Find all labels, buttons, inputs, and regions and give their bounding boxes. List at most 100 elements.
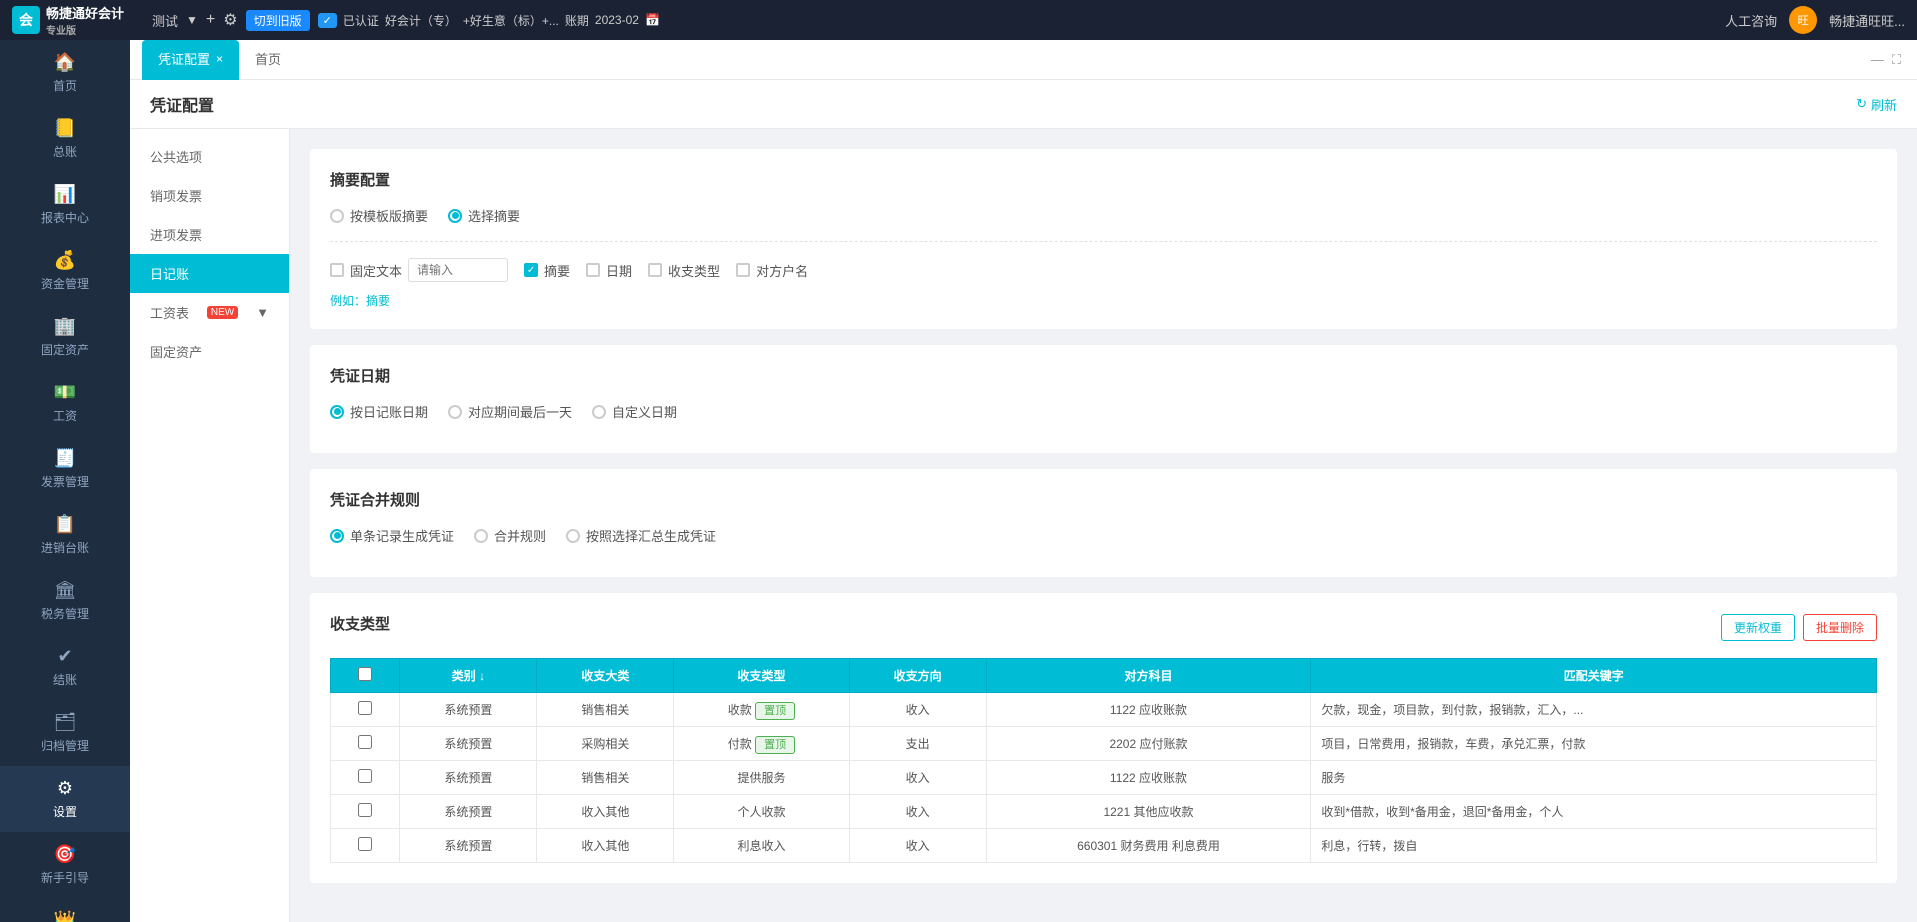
summary-example: 例如：摘要: [330, 292, 1877, 309]
main-panel: 摘要配置 按模板版摘要选择摘要 固定文本✓摘要日期收支类型对方户名 例如：摘要 …: [290, 129, 1917, 922]
col-header-1[interactable]: 类别 ↓: [400, 659, 537, 693]
tab-凭证配置[interactable]: 凭证配置 ×: [142, 40, 239, 80]
row-checkbox[interactable]: [358, 769, 372, 783]
calendar-icon[interactable]: 📅: [645, 13, 660, 27]
col-header-5[interactable]: 对方科目: [986, 659, 1311, 693]
row-checkbox[interactable]: [358, 837, 372, 851]
settings-icon[interactable]: ⚙: [223, 10, 237, 30]
content-area: 公共选项销项发票进项发票日记账工资表NEW▼固定资产 摘要配置 按模板版摘要选择…: [130, 129, 1917, 922]
add-icon[interactable]: +: [206, 11, 215, 29]
sidebar-item-发票管理[interactable]: 🧾发票管理: [0, 436, 130, 502]
sidebar-icon: ✔: [57, 646, 72, 667]
radio-circle: [330, 405, 344, 419]
sidebar-icon: 🗂: [54, 712, 77, 733]
fixed-text-input[interactable]: [408, 258, 508, 282]
col-header-2[interactable]: 收支大类: [537, 659, 674, 693]
sidebar-item-结账[interactable]: ✔结账: [0, 634, 130, 700]
subject-cell: 660301 财务费用 利息费用: [986, 829, 1311, 863]
sidebar-item-畅会员[interactable]: 👑畅会员: [0, 898, 130, 922]
type-cell: 提供服务: [674, 761, 849, 795]
avatar[interactable]: 旺: [1789, 6, 1817, 34]
date-radio-对应期间最后一天[interactable]: 对应期间最后一天: [448, 402, 572, 421]
left-menu-item-销项发票[interactable]: 销项发票: [130, 176, 289, 215]
switch-btn[interactable]: 切到旧版: [246, 10, 310, 31]
row-check-cell[interactable]: [331, 795, 400, 829]
page-header: 凭证配置 ↻ 刷新: [130, 80, 1917, 129]
radio-label: 选择摘要: [468, 206, 520, 225]
row-checkbox[interactable]: [358, 701, 372, 715]
row-check-cell[interactable]: [331, 693, 400, 727]
sidebar-item-首页[interactable]: 🏠首页: [0, 40, 130, 106]
merge-radio-按照选择汇总生成凭证[interactable]: 按照选择汇总生成凭证: [566, 526, 716, 545]
left-menu-item-日记账[interactable]: 日记账: [130, 254, 289, 293]
sidebar-item-固定资产[interactable]: 🏢固定资产: [0, 304, 130, 370]
sidebar-item-报表中心[interactable]: 📊报表中心: [0, 172, 130, 238]
left-menu-item-公共选项[interactable]: 公共选项: [130, 137, 289, 176]
sidebar-icon: 💰: [54, 250, 76, 271]
radio-label: 按照选择汇总生成凭证: [586, 526, 716, 545]
tab-label: 凭证配置: [158, 49, 210, 68]
period-label: 账期: [565, 12, 589, 29]
merge-rules-title: 凭证合并规则: [330, 489, 1877, 510]
sidebar-item-资金管理[interactable]: 💰资金管理: [0, 238, 130, 304]
category-cell: 系统预置: [400, 727, 537, 761]
sidebar-item-进销台账[interactable]: 📋进销台账: [0, 502, 130, 568]
priority-tag[interactable]: 置顶: [755, 736, 795, 754]
update-weight-btn[interactable]: 更新权重: [1721, 614, 1795, 641]
major-cell: 采购相关: [537, 727, 674, 761]
merge-radio-合并规则[interactable]: 合并规则: [474, 526, 546, 545]
col-header-4[interactable]: 收支方向: [849, 659, 986, 693]
sidebar-item-税务管理[interactable]: 🏛税务管理: [0, 568, 130, 634]
date-radio-按日记账日期[interactable]: 按日记账日期: [330, 402, 428, 421]
sidebar-item-新手引导[interactable]: 🎯新手引导: [0, 832, 130, 898]
col-header-3[interactable]: 收支类型: [674, 659, 849, 693]
row-checkbox[interactable]: [358, 735, 372, 749]
summary-radio-选择摘要[interactable]: 选择摘要: [448, 206, 520, 225]
left-menu-item-固定资产[interactable]: 固定资产: [130, 332, 289, 371]
sidebar-item-设置[interactable]: ⚙设置: [0, 766, 130, 832]
sidebar-item-总账[interactable]: 📒总账: [0, 106, 130, 172]
col-header-6[interactable]: 匹配关键字: [1311, 659, 1877, 693]
sidebar-icon: 💵: [54, 382, 76, 403]
tab-首页[interactable]: 首页: [239, 40, 297, 80]
radio-label: 对应期间最后一天: [468, 402, 572, 421]
minimize-icon[interactable]: —: [1871, 52, 1884, 68]
checkbox-对方户名[interactable]: 对方户名: [736, 261, 808, 280]
table-toolbar: 更新权重 批量删除: [1721, 614, 1877, 641]
priority-tag[interactable]: 置顶: [755, 702, 795, 720]
left-menu-item-进项发票[interactable]: 进项发票: [130, 215, 289, 254]
date-radio-自定义日期[interactable]: 自定义日期: [592, 402, 677, 421]
consult-btn[interactable]: 人工咨询: [1725, 11, 1777, 30]
row-check-cell[interactable]: [331, 829, 400, 863]
sidebar-item-工资[interactable]: 💵 工资: [0, 370, 130, 436]
sidebar-label: 工资: [53, 407, 77, 424]
checkbox-固定文本[interactable]: 固定文本: [330, 258, 508, 282]
batch-delete-btn[interactable]: 批量删除: [1803, 614, 1877, 641]
checkbox-日期[interactable]: 日期: [586, 261, 632, 280]
top-bar-center: 测试 ▼ + ⚙ 切到旧版 ✓ 已认证 好会计（专） +好生意（标）+... 账…: [152, 10, 1715, 31]
good-label: +好生意（标）+...: [463, 12, 559, 29]
tab-close-icon[interactable]: ×: [216, 52, 223, 66]
refresh-btn[interactable]: ↻ 刷新: [1856, 95, 1897, 114]
row-check-cell[interactable]: [331, 727, 400, 761]
checkbox-摘要[interactable]: ✓摘要: [524, 261, 570, 280]
income-expense-title: 收支类型: [330, 613, 390, 634]
top-bar-right: 人工咨询 旺 畅捷通旺旺...: [1725, 6, 1905, 34]
row-check-cell[interactable]: [331, 761, 400, 795]
merge-radio-单条记录生成凭证[interactable]: 单条记录生成凭证: [330, 526, 454, 545]
checkbox-label: 固定文本: [350, 261, 402, 280]
summary-radio-按模板版摘要[interactable]: 按模板版摘要: [330, 206, 428, 225]
category-cell: 系统预置: [400, 829, 537, 863]
voucher-date-radio-group: 按日记账日期 对应期间最后一天 自定义日期: [330, 402, 1877, 421]
row-checkbox[interactable]: [358, 803, 372, 817]
dropdown-arrow-icon[interactable]: ▼: [186, 13, 198, 27]
left-menu-item-工资表[interactable]: 工资表NEW▼: [130, 293, 289, 332]
sidebar-icon: 🏠: [54, 52, 76, 73]
haokuai-label: 好会计（专）: [385, 12, 457, 29]
sidebar-label: 固定资产: [41, 341, 89, 358]
check-all[interactable]: [358, 667, 372, 681]
sidebar-item-归档管理[interactable]: 🗂归档管理: [0, 700, 130, 766]
app-sub: 专业版: [46, 22, 124, 37]
maximize-icon[interactable]: ⛶: [1892, 52, 1901, 68]
checkbox-收支类型[interactable]: 收支类型: [648, 261, 720, 280]
